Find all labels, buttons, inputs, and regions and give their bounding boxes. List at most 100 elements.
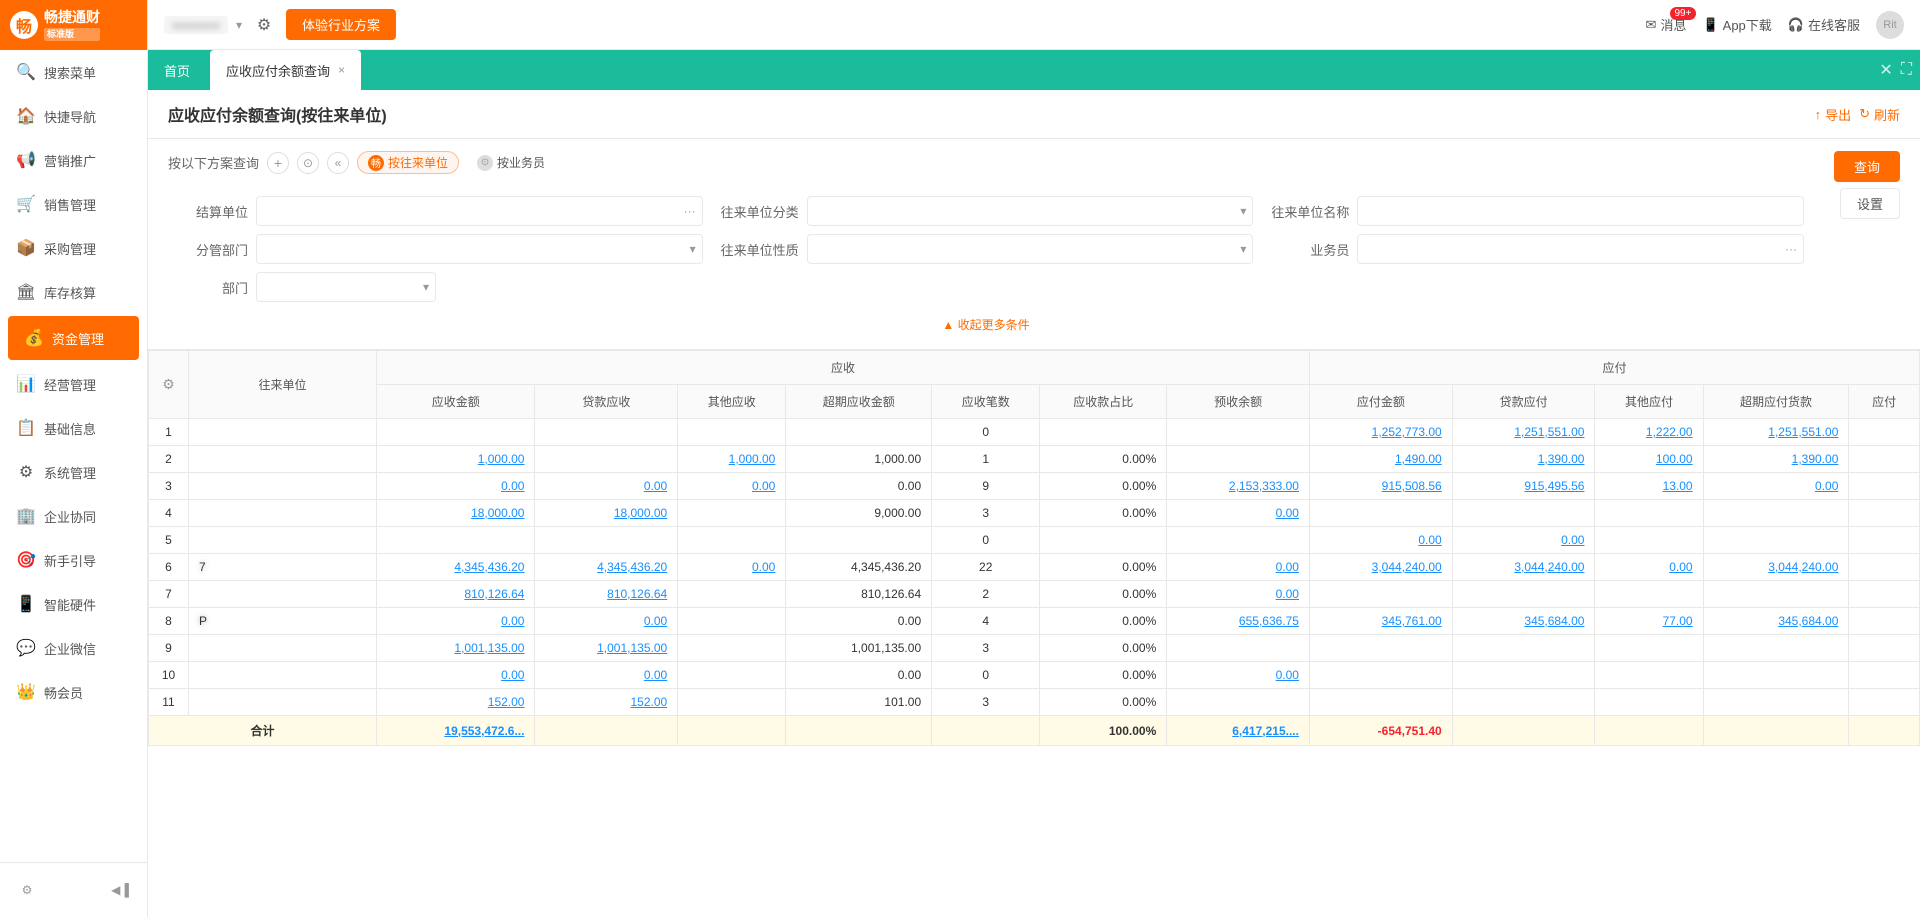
table-cell[interactable]: 152.00 (377, 689, 535, 716)
table-cell[interactable] (1452, 689, 1595, 716)
filter-input-settlement[interactable]: ··· (256, 196, 703, 226)
table-cell[interactable]: 0.00 (377, 662, 535, 689)
table-cell[interactable] (1595, 500, 1703, 527)
table-cell[interactable]: 1,251,551.00 (1452, 419, 1595, 446)
app-download-button[interactable]: 📱 App下载 (1702, 15, 1771, 34)
table-cell[interactable]: 1,001,135.00 (377, 635, 535, 662)
table-cell[interactable] (678, 419, 786, 446)
filter-input-partner-nature[interactable]: ▾ (807, 234, 1254, 264)
filter-input-partner-name[interactable] (1357, 196, 1804, 226)
table-cell[interactable]: 0.00 (1309, 527, 1452, 554)
table-cell[interactable]: 100.00 (1595, 446, 1703, 473)
footer-receivable-amount[interactable]: 19,553,472.6... (377, 716, 535, 746)
tabbar-close-button[interactable]: ✕ (1879, 60, 1892, 80)
table-cell[interactable] (535, 419, 678, 446)
table-cell[interactable]: 4,345,436.20 (377, 554, 535, 581)
sidebar-item-purchase[interactable]: 📦 采购管理 (0, 226, 147, 270)
table-cell[interactable]: 3,044,240.00 (1703, 554, 1849, 581)
table-cell[interactable] (1595, 689, 1703, 716)
filter-input-partner-category[interactable]: ▾ (807, 196, 1254, 226)
table-cell[interactable]: 915,495.56 (1452, 473, 1595, 500)
table-cell[interactable]: 0.00 (678, 554, 786, 581)
query-button[interactable]: 查询 (1834, 151, 1900, 182)
table-cell[interactable]: 1,000.00 (377, 446, 535, 473)
table-cell[interactable]: 915,508.56 (1309, 473, 1452, 500)
table-cell[interactable] (678, 608, 786, 635)
table-cell[interactable] (678, 527, 786, 554)
solution-button[interactable]: 体验行业方案 (286, 9, 396, 40)
table-cell[interactable]: 1,390.00 (1703, 446, 1849, 473)
setting-button[interactable]: 设置 (1840, 188, 1900, 219)
sidebar-item-basic[interactable]: 📋 基础信息 (0, 406, 147, 450)
filter-by-partner-tag[interactable]: 畅 按往来单位 (357, 151, 459, 174)
table-cell[interactable] (678, 689, 786, 716)
tab-close-icon[interactable]: × (338, 63, 345, 77)
filter-collapse-button[interactable]: « (327, 152, 349, 174)
footer-prepaid[interactable]: 6,417,215.... (1167, 716, 1310, 746)
table-cell[interactable]: 0.00 (1595, 554, 1703, 581)
table-cell[interactable] (1167, 635, 1310, 662)
table-cell[interactable] (1703, 662, 1849, 689)
export-button[interactable]: ↑ 导出 (1815, 105, 1852, 124)
table-cell[interactable]: 3,044,240.00 (1309, 554, 1452, 581)
table-cell[interactable] (1309, 635, 1452, 662)
sidebar-item-quick-nav[interactable]: 🏠 快捷导航 (0, 94, 147, 138)
tab-ar-ap[interactable]: 应收应付余额查询 × (210, 50, 361, 90)
table-cell[interactable]: 810,126.64 (535, 581, 678, 608)
table-cell[interactable] (1595, 527, 1703, 554)
table-cell[interactable] (1309, 500, 1452, 527)
table-cell[interactable]: 1,251,551.00 (1703, 419, 1849, 446)
table-cell[interactable] (1595, 581, 1703, 608)
table-cell[interactable] (678, 500, 786, 527)
table-cell[interactable] (1167, 419, 1310, 446)
table-cell[interactable] (377, 419, 535, 446)
table-cell[interactable]: 18,000.00 (535, 500, 678, 527)
table-cell[interactable]: 152.00 (535, 689, 678, 716)
table-cell[interactable]: 345,761.00 (1309, 608, 1452, 635)
filter-scheme-button[interactable]: ⊙ (297, 152, 319, 174)
sidebar-item-guide[interactable]: 🎯 新手引导 (0, 538, 147, 582)
table-cell[interactable] (1452, 662, 1595, 689)
sidebar-item-member[interactable]: 👑 畅会员 (0, 670, 147, 714)
topbar-dropdown-arrow[interactable]: ▾ (236, 18, 242, 32)
table-cell[interactable] (535, 446, 678, 473)
table-cell[interactable] (1703, 635, 1849, 662)
table-cell[interactable] (1452, 500, 1595, 527)
refresh-button[interactable]: ↻ 刷新 (1859, 105, 1900, 124)
footer-collapse-button[interactable]: ◀▐ (105, 875, 135, 905)
table-cell[interactable] (1703, 581, 1849, 608)
table-cell[interactable]: 0.00 (535, 662, 678, 689)
footer-settings-button[interactable]: ⚙ (12, 875, 42, 905)
filter-by-salesperson-tag[interactable]: ⊙ 按业务员 (467, 152, 555, 173)
table-cell[interactable] (1167, 689, 1310, 716)
table-cell[interactable] (1703, 500, 1849, 527)
filter-input-department[interactable]: ▾ (256, 234, 703, 264)
table-cell[interactable]: 1,000.00 (678, 446, 786, 473)
table-cell[interactable]: 810,126.64 (377, 581, 535, 608)
tab-home[interactable]: 首页 (148, 50, 206, 90)
table-cell[interactable]: 13.00 (1595, 473, 1703, 500)
table-cell[interactable] (535, 527, 678, 554)
table-cell[interactable] (1309, 581, 1452, 608)
table-cell[interactable] (1309, 689, 1452, 716)
sidebar-item-marketing[interactable]: 📢 营销推广 (0, 138, 147, 182)
table-cell[interactable]: 4,345,436.20 (535, 554, 678, 581)
table-cell[interactable]: 345,684.00 (1452, 608, 1595, 635)
table-cell[interactable]: 0.00 (678, 473, 786, 500)
sidebar-item-system[interactable]: ⚙ 系统管理 (0, 450, 147, 494)
table-cell[interactable]: 0.00 (1167, 581, 1310, 608)
sidebar-item-finance[interactable]: 💰 资金管理 (8, 316, 139, 360)
table-cell[interactable]: 0.00 (535, 608, 678, 635)
table-cell[interactable] (1595, 635, 1703, 662)
table-cell[interactable]: 0.00 (1167, 500, 1310, 527)
table-cell[interactable] (1167, 446, 1310, 473)
messages-button[interactable]: ✉ 消息 99+ (1646, 15, 1687, 34)
filter-input-salesperson[interactable]: ··· (1357, 234, 1804, 264)
table-cell[interactable]: 0.00 (377, 473, 535, 500)
table-cell[interactable]: 0.00 (535, 473, 678, 500)
table-cell[interactable]: 1,252,773.00 (1309, 419, 1452, 446)
table-cell[interactable]: 1,390.00 (1452, 446, 1595, 473)
filter-collapse-row[interactable]: ▲ 收起更多条件 (168, 312, 1804, 337)
table-cell[interactable] (377, 527, 535, 554)
table-cell[interactable]: 345,684.00 (1703, 608, 1849, 635)
